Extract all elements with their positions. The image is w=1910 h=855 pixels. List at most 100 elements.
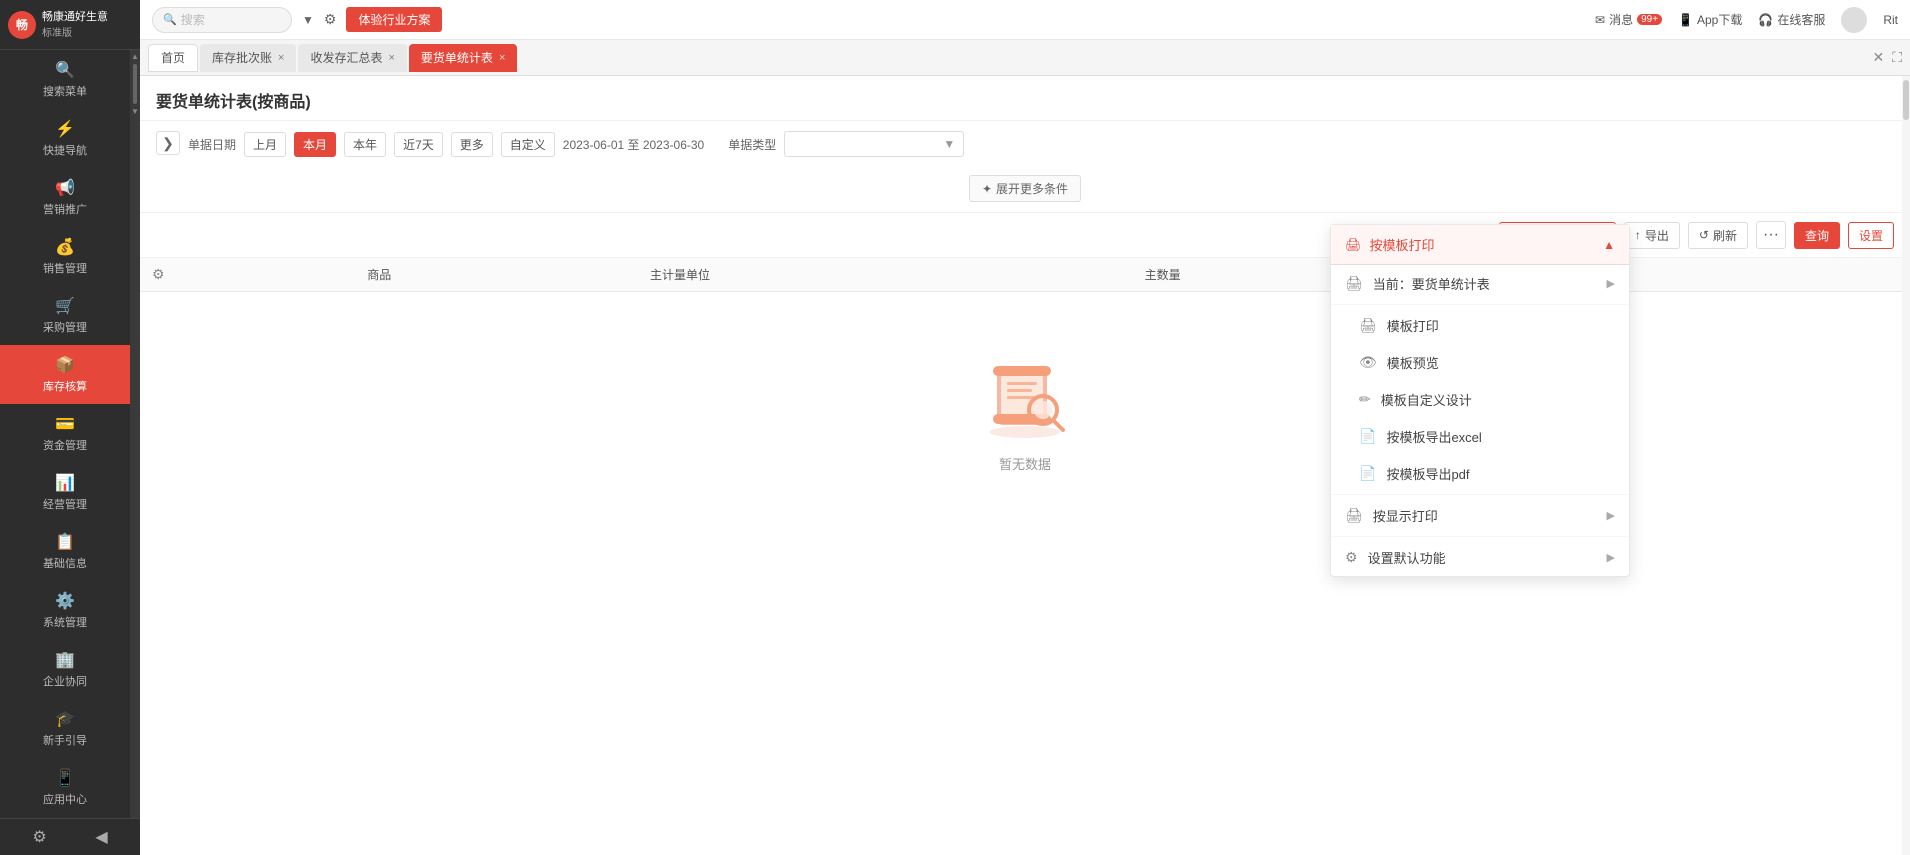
sidebar-item-quick-nav[interactable]: ⚡ 快捷导航 bbox=[0, 109, 130, 168]
tabbar: 首页 库存批次账 × 收发存汇总表 × 要货单统计表 × ✕ ⛶ bbox=[140, 40, 1910, 76]
set-default-icon: ⚙ bbox=[1345, 549, 1358, 566]
search-icon: 🔍 bbox=[55, 60, 75, 80]
filter-expand-toggle[interactable]: ❯ bbox=[156, 131, 180, 155]
topbar-online-service[interactable]: 🎧 在线客服 bbox=[1758, 11, 1825, 28]
tab-order-close[interactable]: × bbox=[499, 52, 505, 64]
page-header: 要货单统计表(按商品) bbox=[140, 76, 1910, 121]
sidebar-item-system[interactable]: ⚙️ 系统管理 bbox=[0, 581, 130, 640]
sidebar-item-operations[interactable]: 📊 经营管理 bbox=[0, 463, 130, 522]
topbar-search-box[interactable]: 🔍 搜索 bbox=[152, 7, 292, 33]
trial-button[interactable]: 体验行业方案 bbox=[346, 7, 442, 32]
dropdown-set-default[interactable]: ⚙ 设置默认功能 ▶ bbox=[1331, 539, 1629, 576]
data-table: ⚙ 商品 主计量单位 主数量 零售金额 bbox=[140, 258, 1910, 533]
dropdown-display-print[interactable]: 🖨 按显示打印 ▶ bbox=[1331, 497, 1629, 534]
sidebar-item-marketing[interactable]: 📢 营销推广 bbox=[0, 168, 130, 227]
dropdown-item-template-design[interactable]: ✏ 模板自定义设计 bbox=[1331, 381, 1629, 418]
template-print-item-label: 模板打印 bbox=[1387, 316, 1439, 335]
column-settings-icon[interactable]: ⚙ bbox=[152, 266, 165, 282]
right-scroll-thumb bbox=[1903, 80, 1909, 120]
tab-batch-account[interactable]: 库存批次账 × bbox=[200, 44, 296, 72]
dropdown-title-area: 🖨 按模板打印 bbox=[1345, 235, 1435, 254]
tab-collect-summary[interactable]: 收发存汇总表 × bbox=[298, 44, 406, 72]
basic-icon: 📋 bbox=[55, 532, 75, 552]
refresh-icon: ↺ bbox=[1699, 228, 1709, 242]
query-button[interactable]: 查询 bbox=[1794, 222, 1840, 249]
sales-icon: 💰 bbox=[55, 237, 75, 257]
sidebar-item-enterprise[interactable]: 🏢 企业协同 bbox=[0, 640, 130, 699]
dropdown-item-template-preview[interactable]: 👁 模板预览 bbox=[1331, 344, 1629, 381]
right-scrollbar[interactable] bbox=[1902, 76, 1910, 855]
sidebar-item-search[interactable]: 🔍 搜索菜单 bbox=[0, 50, 130, 109]
date-last-7days[interactable]: 近7天 bbox=[394, 132, 443, 157]
tab-home[interactable]: 首页 bbox=[148, 44, 198, 72]
sidebar-item-label: 库存核算 bbox=[43, 378, 87, 394]
window-buttons: ✕ ⛶ bbox=[1872, 49, 1902, 66]
refresh-label: 刷新 bbox=[1713, 227, 1737, 244]
dropdown-item-template-print[interactable]: 🖨 模板打印 bbox=[1331, 307, 1629, 344]
collapse-icon[interactable]: ◀ bbox=[95, 827, 107, 847]
sidebar-item-finance[interactable]: 💳 资金管理 bbox=[0, 404, 130, 463]
topbar-message[interactable]: ✉ 消息 99+ bbox=[1595, 11, 1662, 28]
topbar-dropdown-arrow[interactable]: ▼ bbox=[302, 13, 314, 27]
type-select[interactable]: ▼ bbox=[784, 131, 964, 157]
tab-batch-close[interactable]: × bbox=[278, 52, 284, 64]
user-avatar[interactable] bbox=[1841, 7, 1867, 33]
sidebar-item-label: 新手引导 bbox=[43, 732, 87, 748]
export-icon: ↑ bbox=[1635, 228, 1641, 242]
sidebar-item-label: 销售管理 bbox=[43, 260, 87, 276]
date-current-month[interactable]: 本月 bbox=[294, 132, 336, 157]
settings-button[interactable]: 设置 bbox=[1848, 222, 1894, 249]
topbar-search-icon: 🔍 bbox=[163, 13, 177, 26]
tab-order-label: 要货单统计表 bbox=[421, 49, 493, 66]
dropdown-item-export-excel[interactable]: 📄 按模板导出excel bbox=[1331, 418, 1629, 455]
sidebar-item-purchase[interactable]: 🛒 采购管理 bbox=[0, 286, 130, 345]
more-button[interactable]: ··· bbox=[1756, 221, 1786, 249]
date-prev-month[interactable]: 上月 bbox=[244, 132, 286, 157]
topbar-gear-icon[interactable]: ⚙ bbox=[324, 11, 337, 28]
operations-icon: 📊 bbox=[55, 473, 75, 493]
expand-more-button[interactable]: ✦ 展开更多条件 bbox=[969, 175, 1081, 202]
sidebar-item-label: 采购管理 bbox=[43, 319, 87, 335]
sidebar-item-basic[interactable]: 📋 基础信息 bbox=[0, 522, 130, 581]
window-close-icon[interactable]: ✕ bbox=[1872, 49, 1884, 66]
sidebar-item-sales[interactable]: 💰 销售管理 bbox=[0, 227, 130, 286]
message-badge: 99+ bbox=[1637, 14, 1662, 25]
sidebar-item-label: 快捷导航 bbox=[43, 142, 87, 158]
refresh-button[interactable]: ↺ 刷新 bbox=[1688, 222, 1748, 249]
system-icon: ⚙️ bbox=[55, 591, 75, 611]
sidebar: 畅 畅康通好生意 标准版 🔍 搜索菜单 ⚡ 快捷导航 📢 营销推广 💰 销售管理 bbox=[0, 0, 140, 855]
sidebar-header: 畅 畅康通好生意 标准版 bbox=[0, 0, 140, 50]
sidebar-item-app-center[interactable]: 📱 应用中心 bbox=[0, 758, 130, 817]
service-icon: 🎧 bbox=[1758, 13, 1773, 27]
settings-bottom-icon[interactable]: ⚙ bbox=[32, 827, 46, 847]
tab-collect-close[interactable]: × bbox=[388, 52, 394, 64]
sidebar-item-guide[interactable]: 🎓 新手引导 bbox=[0, 699, 130, 758]
dropdown-current-template[interactable]: 🖨 当前：要货单统计表 ▶ bbox=[1331, 265, 1629, 302]
template-print-dropdown: 🖨 按模板打印 ▲ 🖨 当前：要货单统计表 ▶ 🖨 模板打印 bbox=[1330, 224, 1630, 577]
export-button[interactable]: ↑ 导出 bbox=[1624, 222, 1680, 249]
sidebar-item-label: 资金管理 bbox=[43, 437, 87, 453]
app-center-icon: 📱 bbox=[55, 768, 75, 788]
export-excel-icon: 📄 bbox=[1359, 428, 1376, 445]
sidebar-item-inventory[interactable]: 📦 库存核算 bbox=[0, 345, 130, 404]
template-preview-label: 模板预览 bbox=[1387, 353, 1439, 372]
sidebar-scroll-thumb bbox=[133, 64, 137, 104]
topbar-right: ✉ 消息 99+ 📱 App下载 🎧 在线客服 Rit bbox=[1595, 7, 1898, 33]
app-title: 畅康通好生意 bbox=[42, 10, 108, 24]
sidebar-item-label: 搜索菜单 bbox=[43, 83, 87, 99]
sidebar-scroll-down[interactable]: ▼ bbox=[131, 107, 139, 116]
date-custom[interactable]: 自定义 bbox=[501, 132, 555, 157]
dropdown-item-export-pdf[interactable]: 📄 按模板导出pdf bbox=[1331, 455, 1629, 492]
topbar-app-download[interactable]: 📱 App下载 bbox=[1678, 11, 1742, 28]
sidebar-item-label: 系统管理 bbox=[43, 614, 87, 630]
app-logo: 畅 bbox=[8, 11, 36, 39]
dropdown-divider-1 bbox=[1331, 304, 1629, 305]
date-current-year[interactable]: 本年 bbox=[344, 132, 386, 157]
set-default-left: ⚙ 设置默认功能 bbox=[1345, 548, 1446, 567]
date-more[interactable]: 更多 bbox=[451, 132, 493, 157]
sidebar-scroll-up[interactable]: ▲ bbox=[131, 52, 139, 61]
dropdown-arrow-up[interactable]: ▲ bbox=[1603, 238, 1615, 252]
tab-order-stats[interactable]: 要货单统计表 × bbox=[409, 44, 517, 72]
current-template-left: 🖨 当前：要货单统计表 bbox=[1345, 274, 1490, 293]
window-maximize-icon[interactable]: ⛶ bbox=[1892, 49, 1902, 66]
